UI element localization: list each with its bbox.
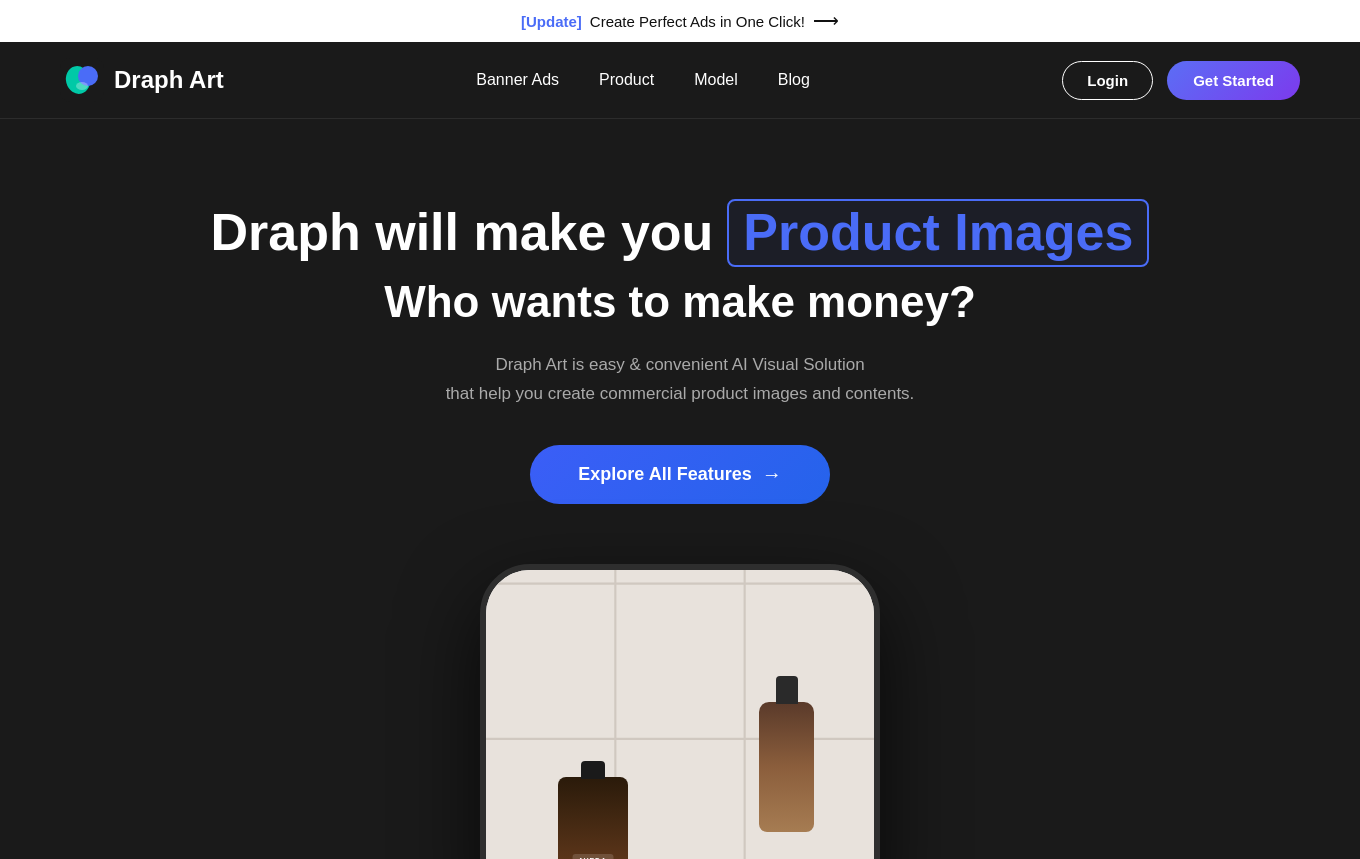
draph-art-logo-icon bbox=[60, 58, 104, 102]
nav-item-model[interactable]: Model bbox=[694, 71, 738, 88]
svg-point-3 bbox=[76, 82, 88, 90]
skincare-bottle-body bbox=[759, 702, 814, 832]
skincare-bottle bbox=[759, 702, 814, 832]
announcement-bar: [Update] Create Perfect Ads in One Click… bbox=[0, 0, 1360, 42]
phone-img-right bbox=[699, 622, 874, 859]
hero-subheadline: Who wants to make money? bbox=[20, 277, 1340, 327]
svg-rect-13 bbox=[486, 570, 874, 859]
announcement-text: Create Perfect Ads in One Click! bbox=[590, 13, 805, 30]
hero-description: Draph Art is easy & convenient AI Visual… bbox=[20, 351, 1340, 409]
nav-item-banner-ads[interactable]: Banner Ads bbox=[476, 71, 559, 88]
announcement-arrow: ⟶ bbox=[813, 10, 839, 32]
bottle-brand-label: AVEDA bbox=[572, 854, 613, 859]
skincare-bottle-cap bbox=[776, 676, 798, 704]
explore-button[interactable]: Explore All Features → bbox=[530, 445, 829, 504]
hero-headline: Draph will make you Product Images bbox=[20, 199, 1340, 267]
phone-screen-content: AVEDA bbox=[486, 622, 874, 859]
bottle-body: AVEDA bbox=[558, 777, 628, 859]
hero-headline-highlight: Product Images bbox=[727, 199, 1149, 267]
nav-item-product[interactable]: Product bbox=[599, 71, 654, 88]
nav-links: Banner Ads Product Model Blog bbox=[476, 71, 809, 89]
nav-item-blog[interactable]: Blog bbox=[778, 71, 810, 88]
hero-content: Draph will make you Product Images Who w… bbox=[0, 119, 1360, 504]
bottle-cap bbox=[581, 761, 605, 779]
hero-headline-static: Draph will make you bbox=[211, 203, 714, 263]
get-started-button[interactable]: Get Started bbox=[1167, 61, 1300, 100]
phone-mockup-area: 9:41 ▋▋▋ WiFi ▐▌ bbox=[0, 564, 1360, 859]
explore-button-label: Explore All Features bbox=[578, 464, 751, 485]
hero-description-line2: that help you create commercial product … bbox=[20, 380, 1340, 409]
phone-mockup: 9:41 ▋▋▋ WiFi ▐▌ bbox=[480, 564, 880, 859]
hero-description-line1: Draph Art is easy & convenient AI Visual… bbox=[20, 351, 1340, 380]
login-button[interactable]: Login bbox=[1062, 61, 1153, 100]
essential-oil-bottle: AVEDA bbox=[558, 777, 628, 859]
hero-section: Draph will make you Product Images Who w… bbox=[0, 119, 1360, 859]
explore-arrow-icon: → bbox=[762, 463, 782, 486]
update-link[interactable]: [Update] bbox=[521, 13, 582, 30]
bathroom-bg bbox=[486, 570, 874, 859]
navbar: Draph Art Banner Ads Product Model Blog … bbox=[0, 42, 1360, 119]
logo-text: Draph Art bbox=[114, 66, 224, 94]
logo[interactable]: Draph Art bbox=[60, 58, 224, 102]
nav-actions: Login Get Started bbox=[1062, 61, 1300, 100]
